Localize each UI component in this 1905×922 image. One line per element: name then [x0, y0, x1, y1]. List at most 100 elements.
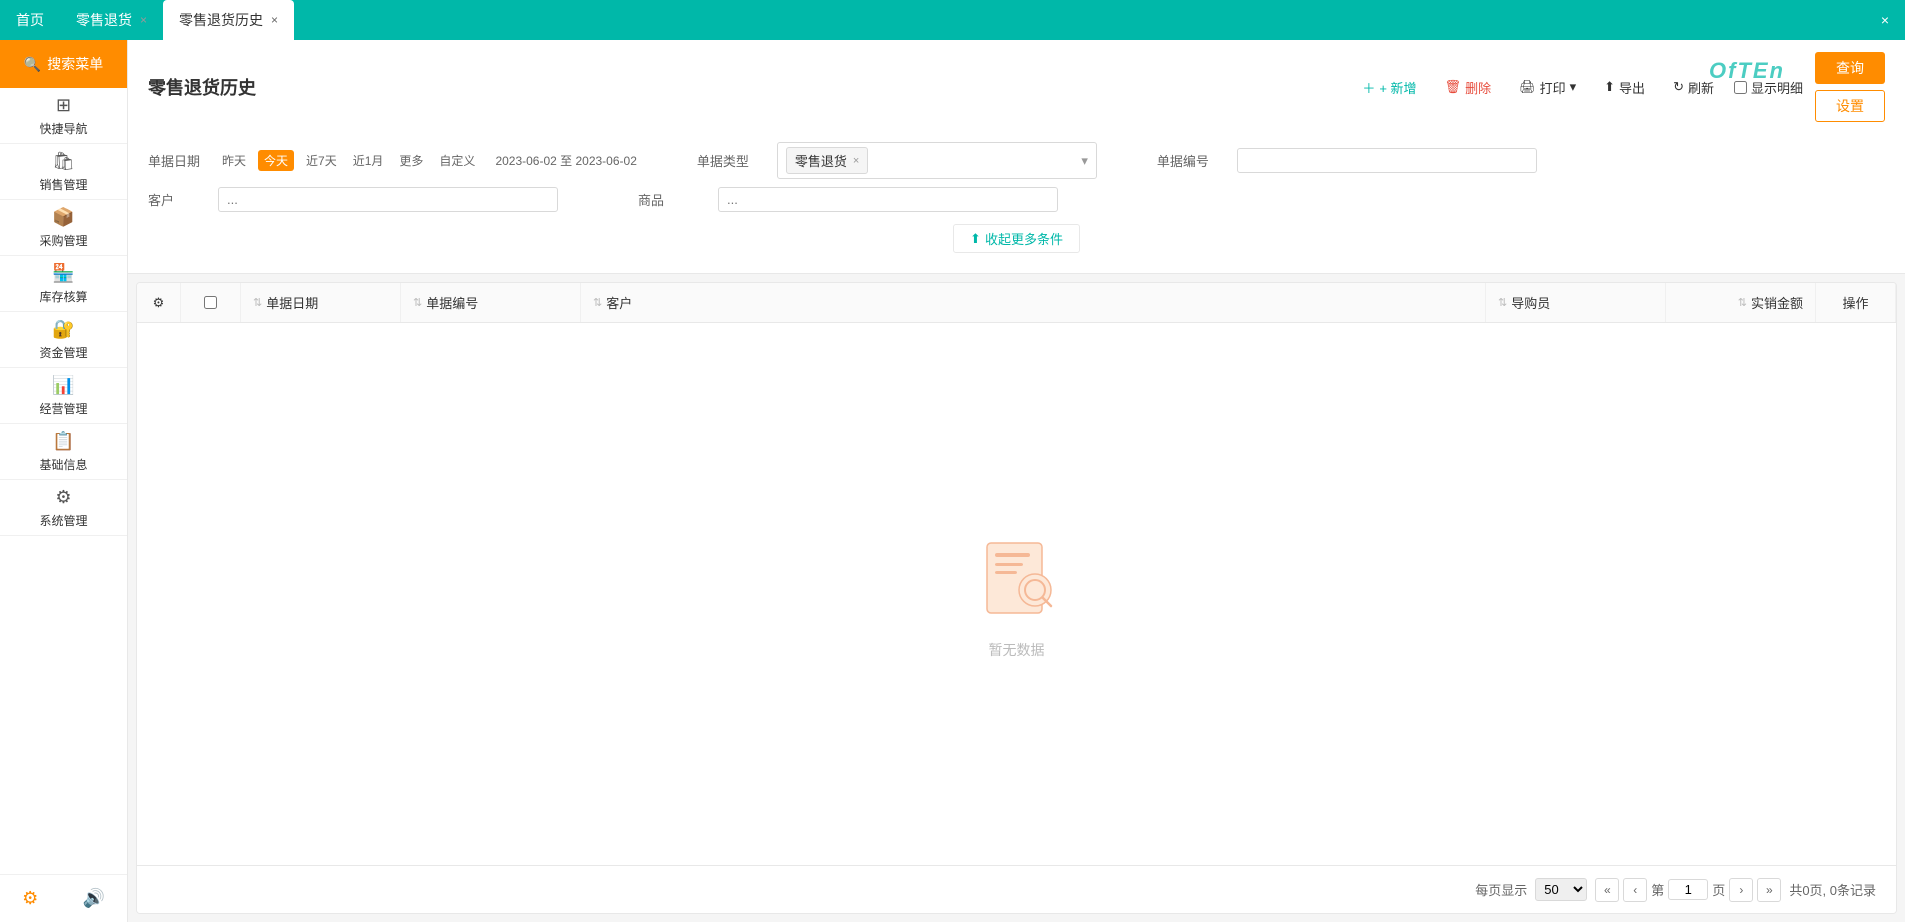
query-button[interactable]: 查询 — [1815, 52, 1885, 84]
filter-area: 单据日期 昨天 今天 近7天 近1月 更多 自定义 2023-06-02 至 2… — [148, 134, 1885, 273]
collapse-button[interactable]: ⬆ 收起更多条件 — [953, 224, 1080, 253]
number-filter-label: 单据编号 — [1157, 151, 1227, 170]
setting-button[interactable]: 设置 — [1815, 90, 1885, 122]
sidebar-item-basic-info[interactable]: 📋 基础信息 — [0, 424, 127, 480]
th-date-sort-icon: ⇅ — [253, 296, 262, 309]
delete-button[interactable]: 🗑 删除 — [1437, 74, 1500, 101]
sidebar-item-purchase-mgmt[interactable]: 📦 采购管理 — [0, 200, 127, 256]
collapse-label: 收起更多条件 — [985, 229, 1063, 248]
type-filter-label: 单据类型 — [697, 151, 767, 170]
empty-state-icon — [967, 528, 1067, 628]
sidebar-item-operation[interactable]: 📊 经营管理 — [0, 368, 127, 424]
date-filter-label: 单据日期 — [148, 151, 218, 170]
tab-retail-return-close[interactable]: × — [140, 13, 147, 27]
th-guide-sort-icon: ⇅ — [1498, 296, 1507, 309]
sidebar-item-sales-mgmt[interactable]: 🛍 销售管理 — [0, 144, 127, 200]
per-page-select[interactable]: 50 10 20 100 — [1535, 878, 1587, 901]
page-input[interactable] — [1668, 879, 1708, 900]
type-dropdown[interactable]: 零售退货 × ▾ — [777, 142, 1097, 179]
add-label: + 新增 — [1379, 78, 1416, 97]
number-filter-input[interactable] — [1237, 148, 1537, 173]
th-guide-label: 导购员 — [1511, 293, 1550, 312]
prev-page-btn[interactable]: ‹ — [1623, 878, 1647, 902]
sidebar-item-operation-label: 经营管理 — [39, 400, 87, 417]
sidebar-volume-icon[interactable]: 🔊 — [82, 888, 104, 909]
delete-label: 删除 — [1465, 78, 1491, 97]
th-amount-label: 实销金额 — [1751, 293, 1803, 312]
sidebar-item-system-mgmt[interactable]: ⚙ 系统管理 — [0, 480, 127, 536]
page-suffix: 页 — [1712, 880, 1725, 899]
date-custom[interactable]: 自定义 — [435, 150, 479, 171]
window-close-btn[interactable]: × — [1881, 12, 1905, 28]
export-button[interactable]: ⬆ 导出 — [1596, 74, 1653, 101]
print-icon: 🖨 — [1519, 79, 1536, 95]
customer-filter-input[interactable] — [218, 187, 558, 212]
date-yesterday[interactable]: 昨天 — [218, 150, 250, 171]
tab-retail-return[interactable]: 零售退货 × — [60, 0, 163, 40]
show-detail-label: 显示明细 — [1751, 78, 1803, 97]
th-customer[interactable]: ⇅ 客户 — [581, 283, 1486, 322]
table-header: ⚙ ⇅ 单据日期 ⇅ 单据编号 ⇅ 客户 ⇅ 导购员 — [137, 283, 1896, 323]
th-setting[interactable]: ⚙ — [137, 283, 181, 322]
date-more[interactable]: 更多 — [395, 150, 427, 171]
sidebar-item-quick-nav[interactable]: ⊞ 快捷导航 — [0, 88, 127, 144]
th-date[interactable]: ⇅ 单据日期 — [241, 283, 401, 322]
add-button[interactable]: ＋ + 新增 — [1354, 74, 1424, 101]
th-amount-sort-icon: ⇅ — [1738, 296, 1747, 309]
sidebar-item-finance[interactable]: 🔐 资金管理 — [0, 312, 127, 368]
sidebar-item-system-label: 系统管理 — [39, 512, 87, 529]
export-label: 导出 — [1619, 78, 1645, 97]
system-icon: ⚙ — [55, 487, 71, 508]
th-number[interactable]: ⇅ 单据编号 — [401, 283, 581, 322]
page-title-row: 零售退货历史 ＋ + 新增 🗑 删除 🖨 打印 ▾ — [148, 52, 1885, 122]
operation-icon: 📊 — [52, 375, 74, 396]
add-icon: ＋ — [1362, 78, 1375, 97]
show-detail-checkbox[interactable]: 显示明细 — [1734, 78, 1803, 97]
basic-info-icon: 📋 — [52, 431, 74, 452]
sidebar-search-label: 搜索菜单 — [47, 54, 103, 74]
first-page-btn[interactable]: « — [1595, 878, 1619, 902]
last-page-btn[interactable]: » — [1757, 878, 1781, 902]
tab-retail-return-history[interactable]: 零售退货历史 × — [163, 0, 294, 40]
sales-icon: 🛍 — [52, 151, 75, 172]
select-all-checkbox[interactable] — [204, 296, 217, 309]
date-today[interactable]: 今天 — [258, 150, 294, 171]
goods-filter-label: 商品 — [638, 190, 708, 209]
next-page-btn[interactable]: › — [1729, 878, 1753, 902]
table-container: ⚙ ⇅ 单据日期 ⇅ 单据编号 ⇅ 客户 ⇅ 导购员 — [136, 282, 1897, 914]
date-7days[interactable]: 近7天 — [302, 150, 341, 171]
th-checkbox[interactable] — [181, 283, 241, 322]
show-detail-input[interactable] — [1734, 81, 1747, 94]
sidebar-item-finance-label: 资金管理 — [39, 344, 87, 361]
print-button[interactable]: 🖨 打印 ▾ — [1511, 74, 1584, 101]
goods-filter-input[interactable] — [718, 187, 1058, 212]
search-icon: 🔍 — [24, 56, 41, 73]
th-guide[interactable]: ⇅ 导购员 — [1486, 283, 1666, 322]
type-tag: 零售退货 × — [786, 147, 868, 174]
refresh-button[interactable]: ↻ 刷新 — [1665, 74, 1722, 101]
sidebar-bottom: ⚙ 🔊 — [0, 874, 127, 922]
type-dropdown-chevron: ▾ — [1081, 153, 1088, 169]
sidebar-settings-icon[interactable]: ⚙ — [22, 888, 38, 909]
tab-home-label: 首页 — [16, 10, 44, 30]
type-tag-close[interactable]: × — [853, 155, 859, 167]
customer-filter-label: 客户 — [148, 190, 218, 209]
th-date-label: 单据日期 — [266, 293, 318, 312]
sidebar-item-inventory[interactable]: 🏪 库存核算 — [0, 256, 127, 312]
th-customer-label: 客户 — [606, 293, 632, 312]
th-amount[interactable]: ⇅ 实销金额 — [1666, 283, 1816, 322]
finance-icon: 🔐 — [52, 319, 74, 340]
th-number-label: 单据编号 — [426, 293, 478, 312]
tab-retail-return-history-label: 零售退货历史 — [179, 10, 263, 30]
tab-home[interactable]: 首页 — [0, 0, 60, 40]
tab-retail-return-history-close[interactable]: × — [271, 13, 278, 27]
inventory-icon: 🏪 — [52, 263, 74, 284]
th-customer-sort-icon: ⇅ — [593, 296, 602, 309]
quick-nav-icon: ⊞ — [56, 95, 71, 116]
page-label: 第 — [1651, 880, 1664, 899]
pagination: 每页显示 50 10 20 100 « ‹ 第 页 › » 共0页, 0条记录 — [137, 865, 1896, 913]
date-filters: 昨天 今天 近7天 近1月 更多 自定义 2023-06-02 至 2023-0… — [218, 150, 637, 171]
date-1month[interactable]: 近1月 — [349, 150, 388, 171]
sidebar-search[interactable]: 🔍 搜索菜单 — [0, 40, 127, 88]
empty-state-text: 暂无数据 — [989, 640, 1045, 660]
